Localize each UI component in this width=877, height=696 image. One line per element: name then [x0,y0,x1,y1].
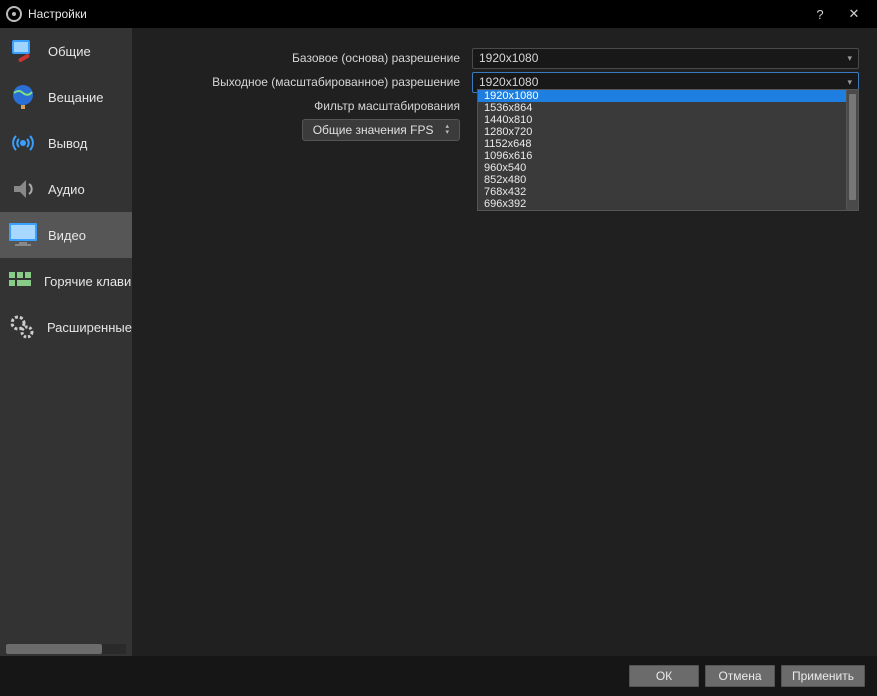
sidebar-scrollbar[interactable] [6,644,126,654]
sidebar: Общие Вещание Вывод Аудио [0,28,132,656]
output-resolution-dropdown: 1920x10801536x8641440x8101280x7201152x64… [477,89,859,211]
sidebar-item-output[interactable]: Вывод [0,120,132,166]
base-resolution-combo[interactable]: 1920x1080 ▾ [472,48,859,69]
dropdown-option[interactable]: 960x540 [478,162,846,174]
sidebar-item-label: Общие [48,44,91,59]
sidebar-item-stream[interactable]: Вещание [0,74,132,120]
dropdown-option[interactable]: 696x392 [478,198,846,210]
chevron-down-icon: ▾ [847,77,852,88]
dropdown-scrollbar[interactable] [846,90,858,210]
sidebar-item-video[interactable]: Видео [0,212,132,258]
window-title: Настройки [28,7,803,21]
cancel-button[interactable]: Отмена [705,665,775,687]
dropdown-option[interactable]: 1096x616 [478,150,846,162]
titlebar: Настройки ? ✕ [0,0,877,28]
dropdown-option[interactable]: 1440x810 [478,114,846,126]
sidebar-item-hotkeys[interactable]: Горячие клавиши [0,258,132,304]
sidebar-item-label: Расширенные [47,320,132,335]
broadcast-icon [6,126,40,160]
dropdown-option[interactable]: 1536x864 [478,102,846,114]
sidebar-item-label: Вещание [48,90,104,105]
ok-button[interactable]: ОК [629,665,699,687]
help-button[interactable]: ? [803,2,837,26]
fps-button-label: Общие значения FPS [313,123,434,137]
keyboard-icon [6,264,36,298]
dropdown-option[interactable]: 1280x720 [478,126,846,138]
wrench-icon [6,34,40,68]
output-resolution-label: Выходное (масштабированное) разрешение [132,75,472,89]
dropdown-option[interactable]: 852x480 [478,174,846,186]
dropdown-option[interactable]: 768x432 [478,186,846,198]
gears-icon [6,310,39,344]
chevron-down-icon: ▾ [847,53,852,64]
apply-button[interactable]: Применить [781,665,865,687]
sidebar-item-general[interactable]: Общие [0,28,132,74]
footer: ОК Отмена Применить [0,656,877,696]
sidebar-item-label: Горячие клавиши [44,274,132,289]
close-button[interactable]: ✕ [837,2,871,26]
content-pane: Базовое (основа) разрешение 1920x1080 ▾ … [132,28,877,656]
fps-values-button[interactable]: Общие значения FPS ▴▾ [302,119,460,141]
dropdown-option[interactable]: 1920x1080 [478,90,846,102]
monitor-icon [6,218,40,252]
dropdown-option[interactable]: 1152x648 [478,138,846,150]
speaker-icon [6,172,40,206]
sidebar-item-label: Вывод [48,136,87,151]
globe-icon [6,80,40,114]
base-resolution-label: Базовое (основа) разрешение [132,51,472,65]
sidebar-item-label: Аудио [48,182,85,197]
scaling-filter-label: Фильтр масштабирования [132,99,472,113]
output-resolution-value: 1920x1080 [479,75,538,89]
stepper-icon: ▴▾ [445,124,449,136]
sidebar-item-advanced[interactable]: Расширенные [0,304,132,350]
app-icon [6,6,22,22]
base-resolution-value: 1920x1080 [479,51,538,65]
sidebar-item-label: Видео [48,228,86,243]
sidebar-item-audio[interactable]: Аудио [0,166,132,212]
